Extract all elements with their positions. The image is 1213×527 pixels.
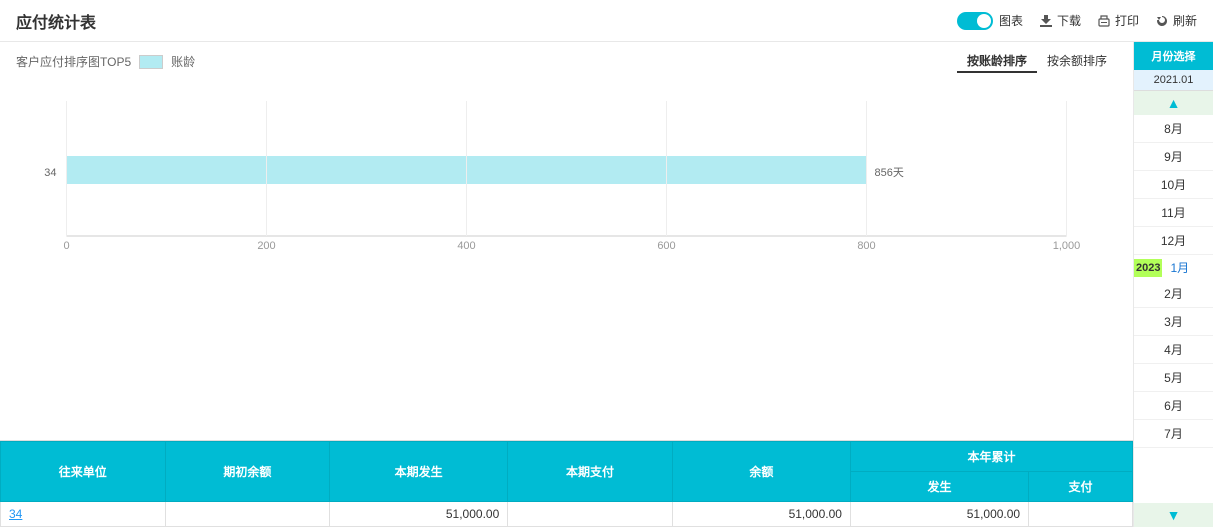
month-item-12[interactable]: 12月 [1134, 227, 1213, 255]
svg-text:0: 0 [63, 240, 69, 252]
print-button[interactable]: 打印 [1097, 12, 1139, 29]
chart-header: 客户应付排序图TOP5 账龄 按账龄排序 按余额排序 [0, 42, 1133, 81]
td-vendor: 34 [1, 502, 166, 527]
td-ytd-pay [1029, 502, 1133, 527]
month-item-4[interactable]: 4月 [1134, 336, 1213, 364]
download-label: 下载 [1057, 12, 1081, 29]
chart-toggle-wrap: 图表 [957, 12, 1023, 30]
svg-text:200: 200 [257, 240, 275, 252]
year-2023-label: 2023 [1134, 259, 1162, 277]
legend-box [139, 55, 163, 69]
td-opening [165, 502, 330, 527]
month-item-10[interactable]: 10月 [1134, 171, 1213, 199]
right-sidebar: 月份选择 2021.01 ▲ 8月 9月 10月 11月 12月 2023 1月… [1133, 42, 1213, 527]
month-item-6[interactable]: 6月 [1134, 392, 1213, 420]
vendor-link[interactable]: 34 [9, 507, 22, 521]
svg-text:1,000: 1,000 [1053, 240, 1081, 252]
td-payment [508, 502, 673, 527]
td-balance: 51,000.00 [672, 502, 850, 527]
chart-toggle[interactable] [957, 12, 993, 30]
bar-y-label: 34 [44, 167, 56, 179]
month-item-7[interactable]: 7月 [1134, 420, 1213, 448]
data-table: 往来单位 期初余额 本期发生 本期支付 余额 本年累计 发生 支付 [0, 441, 1133, 527]
month-item-5[interactable]: 5月 [1134, 364, 1213, 392]
svg-text:400: 400 [457, 240, 475, 252]
sidebar-up-button[interactable]: ▲ [1134, 91, 1213, 115]
th-balance: 余额 [672, 442, 850, 502]
sidebar-title: 月份选择 [1134, 42, 1213, 70]
month-item-2[interactable]: 2月 [1134, 280, 1213, 308]
legend-box-label: 账龄 [171, 53, 195, 70]
sidebar-current-month: 2021.01 [1134, 70, 1213, 91]
month-item-11[interactable]: 11月 [1134, 199, 1213, 227]
svg-text:600: 600 [657, 240, 675, 252]
th-vendor: 往来单位 [1, 442, 166, 502]
header: 应付统计表 图表 下载 打印 刷新 [0, 0, 1213, 42]
bar-end-label: 856天 [875, 167, 904, 179]
month-item-9[interactable]: 9月 [1134, 143, 1213, 171]
th-ytd: 本年累计 [850, 442, 1132, 472]
page-title: 应付统计表 [16, 9, 96, 33]
th-payment: 本期支付 [508, 442, 673, 502]
sort-tab-age[interactable]: 按账龄排序 [957, 50, 1037, 73]
refresh-button[interactable]: 刷新 [1155, 12, 1197, 29]
chart-legend: 客户应付排序图TOP5 账龄 [16, 53, 195, 70]
chart-wrap: 34 856天 0 200 400 600 800 1,000 [0, 81, 1133, 440]
toggle-label: 图表 [999, 12, 1023, 29]
sort-tab-balance[interactable]: 按余额排序 [1037, 50, 1117, 73]
download-button[interactable]: 下载 [1039, 12, 1081, 29]
th-current: 本期发生 [330, 442, 508, 502]
month-item-1[interactable]: 1月 [1162, 255, 1213, 280]
main-content: 客户应付排序图TOP5 账龄 按账龄排序 按余额排序 34 856天 [0, 42, 1213, 527]
bar-chart: 34 856天 0 200 400 600 800 1,000 [16, 81, 1117, 261]
print-icon [1097, 14, 1111, 28]
th-ytd-pay: 支付 [1029, 472, 1133, 502]
refresh-label: 刷新 [1173, 12, 1197, 29]
td-ytd-occur: 51,000.00 [850, 502, 1028, 527]
table-section: 往来单位 期初余额 本期发生 本期支付 余额 本年累计 发生 支付 [0, 440, 1133, 527]
header-actions: 图表 下载 打印 刷新 [957, 12, 1197, 30]
print-label: 打印 [1115, 12, 1139, 29]
th-ytd-occur: 发生 [850, 472, 1028, 502]
sidebar-down-button[interactable]: ▼ [1134, 503, 1213, 527]
svg-text:800: 800 [857, 240, 875, 252]
year-2023-row: 2023 1月 [1134, 255, 1213, 280]
app-container: 应付统计表 图表 下载 打印 刷新 [0, 0, 1213, 527]
refresh-icon [1155, 14, 1169, 28]
table-row: 34 51,000.00 51,000.00 51,000.00 [1, 502, 1133, 527]
month-item-8[interactable]: 8月 [1134, 115, 1213, 143]
th-opening: 期初余额 [165, 442, 330, 502]
td-current: 51,000.00 [330, 502, 508, 527]
sort-tabs: 按账龄排序 按余额排序 [957, 50, 1117, 73]
legend-text: 客户应付排序图TOP5 [16, 53, 131, 70]
sidebar-month-list: 8月 9月 10月 11月 12月 2023 1月 2月 3月 4月 5月 6月… [1134, 115, 1213, 503]
download-icon [1039, 14, 1053, 28]
month-item-3[interactable]: 3月 [1134, 308, 1213, 336]
chart-section: 客户应付排序图TOP5 账龄 按账龄排序 按余额排序 34 856天 [0, 42, 1133, 527]
